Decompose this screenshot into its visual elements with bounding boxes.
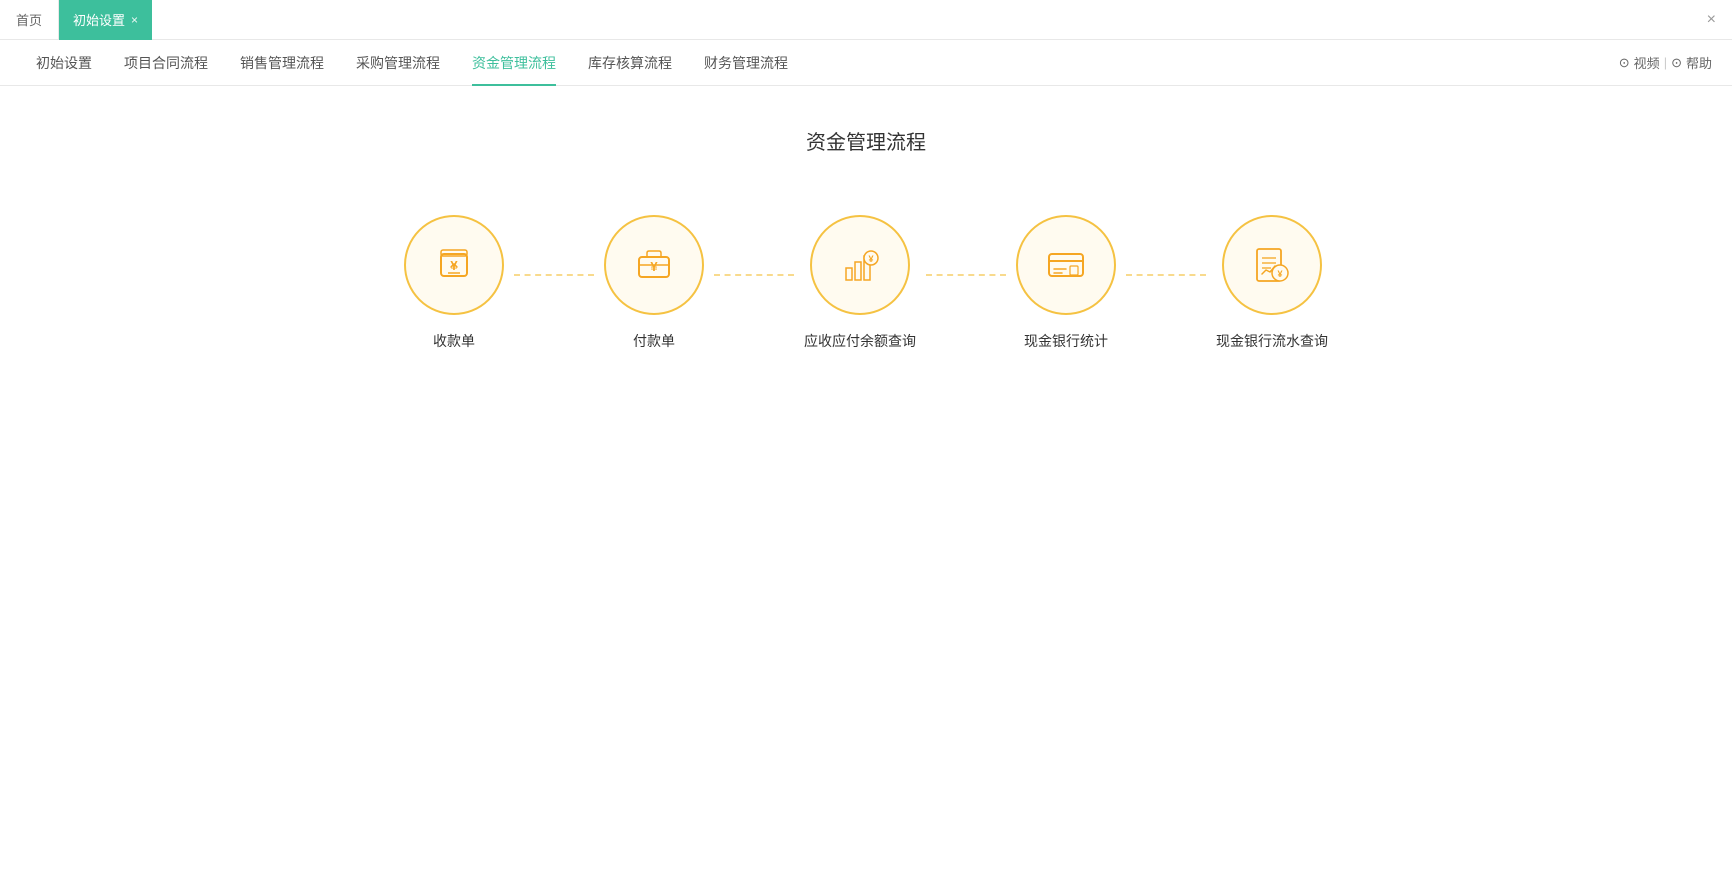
payment-label: 付款单: [633, 331, 675, 351]
cash-flow-icon: ¥: [1247, 240, 1297, 290]
cash-flow-circle: ¥: [1222, 215, 1322, 315]
dotted-line-3: [926, 274, 1006, 276]
help-label[interactable]: 帮助: [1686, 53, 1712, 72]
active-tab[interactable]: 初始设置 ×: [59, 0, 152, 40]
connector-1: [504, 274, 604, 276]
nav-item-project-contract[interactable]: 项目合同流程: [108, 40, 224, 86]
home-tab[interactable]: 首页: [0, 0, 59, 40]
nav-right: ⊙ 视频 | ⊙ 帮助: [1619, 53, 1712, 72]
flow-item-payment[interactable]: ¥ 付款单: [604, 215, 704, 351]
help-icon: ⊙: [1671, 55, 1682, 71]
cash-bank-icon: [1041, 240, 1091, 290]
cash-flow-label: 现金银行流水查询: [1216, 331, 1328, 351]
flow-container: ¥ 收款单 ¥ 付款单: [0, 215, 1732, 351]
dotted-line-4: [1126, 274, 1206, 276]
cash-bank-label: 现金银行统计: [1024, 331, 1108, 351]
dotted-line-1: [514, 274, 594, 276]
close-tab-icon[interactable]: ×: [131, 13, 138, 27]
receivable-label: 应收应付余额查询: [804, 331, 916, 351]
video-label[interactable]: 视频: [1634, 53, 1660, 72]
connector-3: [916, 274, 1016, 276]
svg-text:¥: ¥: [650, 259, 658, 274]
window-close-button[interactable]: ×: [1691, 0, 1732, 40]
receipt-icon: ¥: [429, 240, 479, 290]
nav-item-financial-management[interactable]: 财务管理流程: [688, 40, 804, 86]
svg-text:¥: ¥: [868, 254, 873, 264]
connector-4: [1116, 274, 1216, 276]
video-icon: ⊙: [1619, 55, 1630, 71]
top-bar: 首页 初始设置 × ×: [0, 0, 1732, 40]
payment-circle: ¥: [604, 215, 704, 315]
nav-divider: |: [1664, 55, 1667, 70]
flow-item-cash-bank-stats[interactable]: 现金银行统计: [1016, 215, 1116, 351]
nav-bar: 初始设置 项目合同流程 销售管理流程 采购管理流程 资金管理流程 库存核算流程 …: [0, 40, 1732, 86]
receipt-circle: ¥: [404, 215, 504, 315]
flow-item-cash-bank-flow[interactable]: ¥ 现金银行流水查询: [1216, 215, 1328, 351]
main-content: 资金管理流程 ¥ 收款单: [0, 86, 1732, 885]
flow-item-receipt[interactable]: ¥ 收款单: [404, 215, 504, 351]
receivable-circle: ¥: [810, 215, 910, 315]
flow-item-receivable-query[interactable]: ¥ 应收应付余额查询: [804, 215, 916, 351]
dotted-line-2: [714, 274, 794, 276]
receipt-label: 收款单: [433, 331, 475, 351]
nav-item-inventory-calculation[interactable]: 库存核算流程: [572, 40, 688, 86]
svg-text:¥: ¥: [1277, 269, 1282, 279]
nav-item-initial-setup[interactable]: 初始设置: [20, 40, 108, 86]
nav-item-purchase-management[interactable]: 采购管理流程: [340, 40, 456, 86]
page-title: 资金管理流程: [0, 126, 1732, 155]
connector-2: [704, 274, 804, 276]
receivable-icon: ¥: [835, 240, 885, 290]
active-tab-label: 初始设置: [73, 10, 125, 29]
cash-bank-circle: [1016, 215, 1116, 315]
payment-icon: ¥: [629, 240, 679, 290]
nav-item-fund-management[interactable]: 资金管理流程: [456, 40, 572, 86]
nav-item-sales-management[interactable]: 销售管理流程: [224, 40, 340, 86]
